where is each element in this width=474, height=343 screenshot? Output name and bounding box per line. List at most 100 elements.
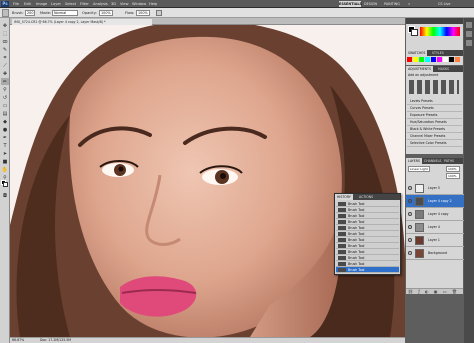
panel-icon[interactable] [466, 22, 472, 28]
quick-mask-icon[interactable]: ◘ [1, 192, 9, 199]
background-color-swatch[interactable] [3, 182, 8, 187]
preset-item[interactable]: Channel Mixer Presets [407, 133, 462, 140]
marquee-tool-icon[interactable]: ⬚ [1, 30, 9, 37]
mode-label: Mode: [40, 11, 52, 15]
workspace-design[interactable]: DESIGN [364, 1, 377, 7]
tab-history[interactable]: HISTORY [335, 194, 353, 200]
brush-step-icon [338, 214, 346, 218]
layer-row[interactable]: Layer 1 [406, 234, 464, 247]
layer-thumbnail [415, 236, 424, 245]
blur-tool-icon[interactable]: ◆ [1, 118, 9, 125]
layer-row[interactable]: Background [406, 247, 464, 260]
healing-brush-tool-icon[interactable]: ✚ [1, 70, 9, 77]
layer-opacity-field[interactable]: 100% [446, 166, 460, 172]
panel-icon[interactable] [466, 40, 472, 46]
layer-row[interactable]: Layer 4 [406, 221, 464, 234]
swatch[interactable] [425, 57, 430, 62]
workspace-more[interactable]: » [408, 1, 410, 7]
gradient-tool-icon[interactable]: ▤ [1, 110, 9, 117]
brush-step-icon [338, 250, 346, 254]
visibility-eye-icon[interactable] [408, 212, 412, 216]
flow-label: Flow: [125, 11, 135, 15]
adjustment-icons-grid[interactable] [409, 80, 459, 94]
menu-select[interactable]: Select [65, 1, 76, 7]
flow-field[interactable]: 100% [136, 10, 150, 16]
lasso-tool-icon[interactable]: ꝏ [1, 38, 9, 45]
cs-live-button[interactable]: CS Live [438, 1, 451, 7]
visibility-eye-icon[interactable] [408, 225, 412, 229]
preset-item[interactable]: Curves Presets [407, 105, 462, 112]
color-panel-bg-swatch[interactable] [411, 29, 418, 36]
tool-preset-picker[interactable] [2, 9, 9, 17]
swatch[interactable] [413, 57, 418, 62]
preset-item[interactable]: Black & White Presets [407, 126, 462, 133]
document-canvas[interactable] [10, 25, 405, 337]
preset-item[interactable]: Exposure Presets [407, 112, 462, 119]
preset-item[interactable]: Selective Color Presets [407, 140, 462, 147]
menu-layer[interactable]: Layer [51, 1, 61, 7]
swatch[interactable] [443, 57, 448, 62]
pen-tool-icon[interactable]: ✒ [1, 134, 9, 141]
history-panel-tabs: HISTORY ACTIONS [335, 194, 400, 200]
swatch[interactable] [449, 57, 454, 62]
visibility-eye-icon[interactable] [408, 238, 412, 242]
workspace-painting[interactable]: PAINTING [384, 1, 400, 7]
visibility-eye-icon[interactable] [408, 251, 412, 255]
shape-tool-icon[interactable]: ■ [1, 158, 9, 165]
brush-size-field[interactable]: 200 [25, 10, 35, 16]
menu-image[interactable]: Image [36, 1, 47, 7]
brush-tool-icon[interactable]: ✏ [1, 78, 9, 85]
menu-edit[interactable]: Edit [24, 1, 31, 7]
layer-row[interactable]: Layer 5 [406, 182, 464, 195]
dodge-tool-icon[interactable]: ● [1, 126, 9, 133]
swatch[interactable] [431, 57, 436, 62]
swatch[interactable] [437, 57, 442, 62]
menu-analysis[interactable]: Analysis [93, 1, 108, 7]
eyedropper-tool-icon[interactable]: ⟋ [1, 62, 9, 69]
airbrush-icon[interactable] [156, 10, 162, 16]
quick-select-tool-icon[interactable]: ✎ [1, 46, 9, 53]
visibility-eye-icon[interactable] [408, 199, 412, 203]
layer-row[interactable]: Layer 4 copy [406, 208, 464, 221]
brush-step-icon [338, 220, 346, 224]
opacity-field[interactable]: 100% [99, 10, 113, 16]
history-item-selected[interactable]: Brush Tool [336, 267, 399, 273]
type-tool-icon[interactable]: T [1, 142, 9, 149]
preset-item[interactable]: Hue/Saturation Presets [407, 119, 462, 126]
hand-tool-icon[interactable]: ✋ [1, 166, 9, 173]
clone-stamp-tool-icon[interactable]: ⚲ [1, 86, 9, 93]
tab-actions[interactable]: ACTIONS [357, 194, 375, 200]
menu-window[interactable]: Window [132, 1, 146, 7]
brush-step-icon [338, 256, 346, 260]
preset-item[interactable]: Levels Presets [407, 98, 462, 105]
eraser-tool-icon[interactable]: ▭ [1, 102, 9, 109]
color-spectrum[interactable] [420, 27, 460, 36]
layer-fill-field[interactable]: 100% [446, 173, 460, 179]
panel-icon[interactable] [466, 31, 472, 37]
path-select-tool-icon[interactable]: ➤ [1, 150, 9, 157]
swatch[interactable] [407, 57, 412, 62]
layer-row-selected[interactable]: Layer 4 copy 2 [406, 195, 464, 208]
menu-file[interactable]: File [13, 1, 19, 7]
opacity-label: Opacity: [82, 11, 97, 15]
swatch[interactable] [419, 57, 424, 62]
collapsed-panel-strip [464, 18, 474, 343]
workspace-essentials[interactable]: ESSENTIALS [339, 1, 362, 7]
layers-footer-icons[interactable]: ⛓ ƒ ◐ ▣ ▭ 🗑 [406, 288, 463, 294]
menu-filter[interactable]: Filter [80, 1, 89, 7]
menu-view[interactable]: View [120, 1, 129, 7]
blend-mode-select[interactable]: Linear Light [408, 166, 430, 172]
move-tool-icon[interactable]: ✥ [1, 22, 9, 29]
menu-help[interactable]: Help [149, 1, 157, 7]
menu-3d[interactable]: 3D [111, 1, 116, 7]
layer-thumbnail [415, 223, 424, 232]
swatch[interactable] [455, 57, 460, 62]
history-brush-tool-icon[interactable]: ↺ [1, 94, 9, 101]
crop-tool-icon[interactable]: ⌗ [1, 54, 9, 61]
visibility-eye-icon[interactable] [408, 186, 412, 190]
mode-select[interactable]: Normal [52, 10, 78, 16]
brush-step-icon [338, 244, 346, 248]
zoom-level[interactable]: 66.67% [12, 338, 24, 343]
history-panel: HISTORY ACTIONS Brush Tool Brush Tool Br… [334, 193, 401, 275]
photoshop-logo: Ps [1, 1, 9, 7]
